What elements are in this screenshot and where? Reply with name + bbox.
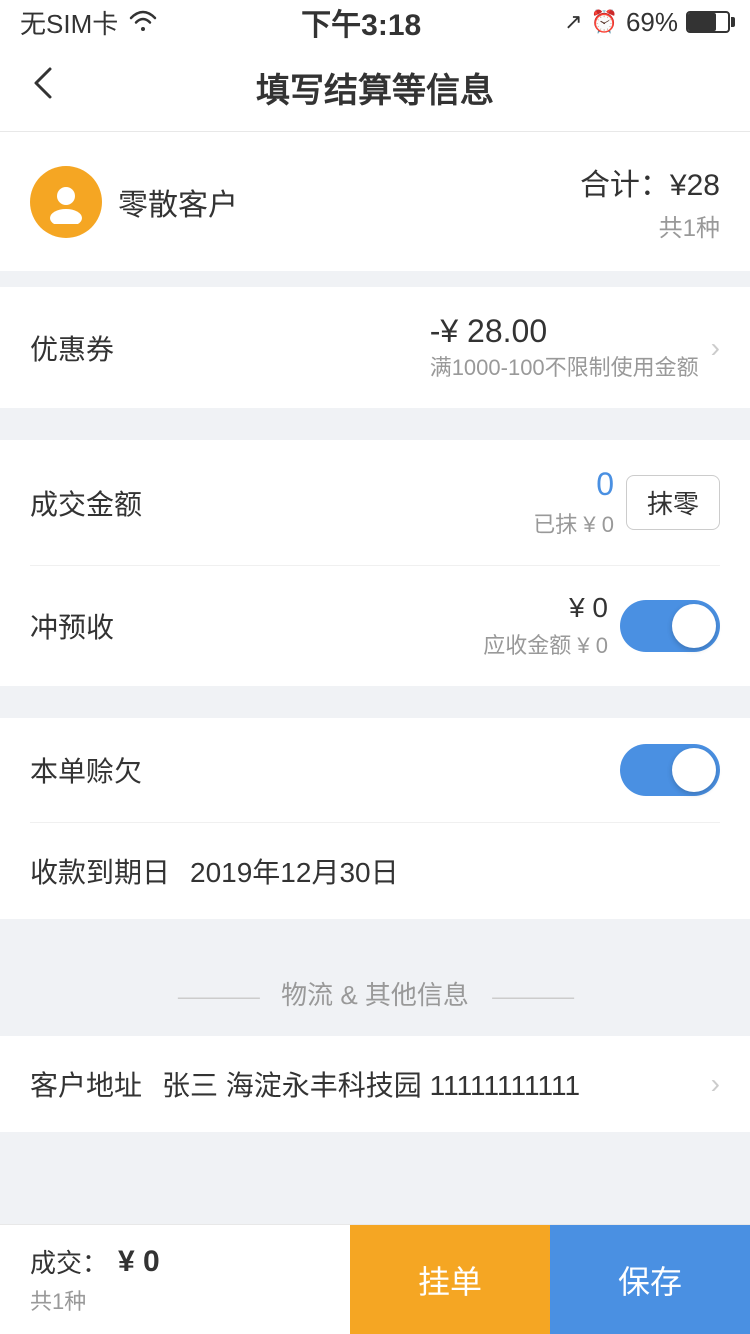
customer-name: 零散客户 xyxy=(118,180,238,224)
coupon-row[interactable]: 优惠券 -¥ 28.00 满1000-100不限制使用金额 › xyxy=(0,287,750,408)
nav-bar: 填写结算等信息 xyxy=(0,44,750,132)
prepay-toggle[interactable] xyxy=(620,600,720,652)
deal-value-block: 0 已抹 ¥ 0 xyxy=(533,466,614,539)
page-title: 填写结算等信息 xyxy=(256,63,494,112)
deal-sub: 已抹 ¥ 0 xyxy=(533,507,614,539)
round-off-button[interactable]: 抹零 xyxy=(626,475,720,530)
status-left: 无SIM卡 xyxy=(20,4,158,41)
due-date-label: 收款到期日 xyxy=(30,851,170,891)
wifi-icon xyxy=(128,7,158,38)
prepay-label: 冲预收 xyxy=(30,606,114,646)
battery-icon xyxy=(686,11,730,33)
coupon-label: 优惠券 xyxy=(30,328,114,368)
deal-right: 0 已抹 ¥ 0 抹零 xyxy=(533,466,720,539)
logistics-header: 物流 & 其他信息 xyxy=(0,951,750,1036)
save-button[interactable]: 保存 xyxy=(550,1225,750,1334)
address-row[interactable]: 客户地址 张三 海淀永丰科技园 11111111111 › xyxy=(0,1036,750,1132)
section-divider-3 xyxy=(0,935,750,951)
total-amount: 合计：¥28 xyxy=(580,160,720,204)
bottom-deal-amount: ¥ 0 xyxy=(118,1245,160,1279)
coupon-right: -¥ 28.00 满1000-100不限制使用金额 › xyxy=(430,313,720,382)
bottom-deal: 成交： ¥ 0 xyxy=(30,1243,320,1280)
debt-row: 本单赊欠 xyxy=(0,718,750,822)
due-date-row: 收款到期日 2019年12月30日 xyxy=(0,823,750,919)
debt-right xyxy=(620,744,720,796)
logistics-header-text: 物流 & 其他信息 xyxy=(281,980,469,1010)
address-value: 张三 海淀永丰科技园 11111111111 xyxy=(162,1064,699,1104)
bottom-bar: 成交： ¥ 0 共1种 挂单 保存 xyxy=(0,1224,750,1334)
customer-section: 零散客户 合计：¥28 共1种 xyxy=(0,132,750,271)
status-time: 下午3:18 xyxy=(301,0,421,44)
alarm-icon: ⏰ xyxy=(591,9,618,35)
back-button[interactable] xyxy=(28,61,56,115)
hold-button[interactable]: 挂单 xyxy=(350,1225,550,1334)
customer-total: 合计：¥28 共1种 xyxy=(580,160,720,243)
customer-avatar xyxy=(30,166,102,238)
debt-section: 本单赊欠 收款到期日 2019年12月30日 xyxy=(0,718,750,919)
deal-section: 成交金额 0 已抹 ¥ 0 抹零 冲预收 ¥ 0 应收金额 ¥ 0 xyxy=(0,440,750,686)
coupon-value: -¥ 28.00 xyxy=(430,313,699,350)
debt-toggle[interactable] xyxy=(620,744,720,796)
debt-label: 本单赊欠 xyxy=(30,750,142,790)
deal-row: 成交金额 0 已抹 ¥ 0 抹零 xyxy=(0,440,750,565)
address-label: 客户地址 xyxy=(30,1064,142,1104)
address-section: 客户地址 张三 海淀永丰科技园 11111111111 › xyxy=(0,1036,750,1132)
section-divider-2 xyxy=(0,702,750,718)
customer-left: 零散客户 xyxy=(30,166,238,238)
status-right: ↗ ⏰ 69% xyxy=(564,7,730,38)
battery-percent: 69% xyxy=(626,7,678,38)
coupon-value-block: -¥ 28.00 满1000-100不限制使用金额 xyxy=(430,313,699,382)
chevron-right-icon: › xyxy=(711,332,720,364)
total-count: 共1种 xyxy=(580,208,720,243)
debt-toggle-knob xyxy=(672,748,716,792)
section-divider-1 xyxy=(0,424,750,440)
deal-amount-input[interactable]: 0 xyxy=(596,466,614,502)
toggle-knob xyxy=(672,604,716,648)
bottom-info: 成交： ¥ 0 共1种 xyxy=(0,1243,350,1316)
prepay-right: ¥ 0 应收金额 ¥ 0 xyxy=(483,592,720,660)
address-chevron-icon: › xyxy=(711,1068,720,1100)
customer-row: 零散客户 合计：¥28 共1种 xyxy=(0,132,750,271)
coupon-section: 优惠券 -¥ 28.00 满1000-100不限制使用金额 › xyxy=(0,287,750,408)
status-bar: 无SIM卡 下午3:18 ↗ ⏰ 69% xyxy=(0,0,750,44)
content: 零散客户 合计：¥28 共1种 优惠券 -¥ 28.00 满1000-100不限… xyxy=(0,132,750,1268)
prepay-sub: 应收金额 ¥ 0 xyxy=(483,628,608,660)
carrier-text: 无SIM卡 xyxy=(20,4,118,41)
prepay-row: 冲预收 ¥ 0 应收金额 ¥ 0 xyxy=(0,566,750,686)
deal-label: 成交金额 xyxy=(30,483,142,523)
location-icon: ↗ xyxy=(564,9,582,35)
due-date-value: 2019年12月30日 xyxy=(190,851,399,891)
prepay-value: ¥ 0 xyxy=(483,592,608,624)
bottom-count: 共1种 xyxy=(30,1284,320,1316)
bottom-deal-label: 成交： xyxy=(30,1243,108,1280)
coupon-sub: 满1000-100不限制使用金额 xyxy=(430,350,699,382)
prepay-value-block: ¥ 0 应收金额 ¥ 0 xyxy=(483,592,608,660)
